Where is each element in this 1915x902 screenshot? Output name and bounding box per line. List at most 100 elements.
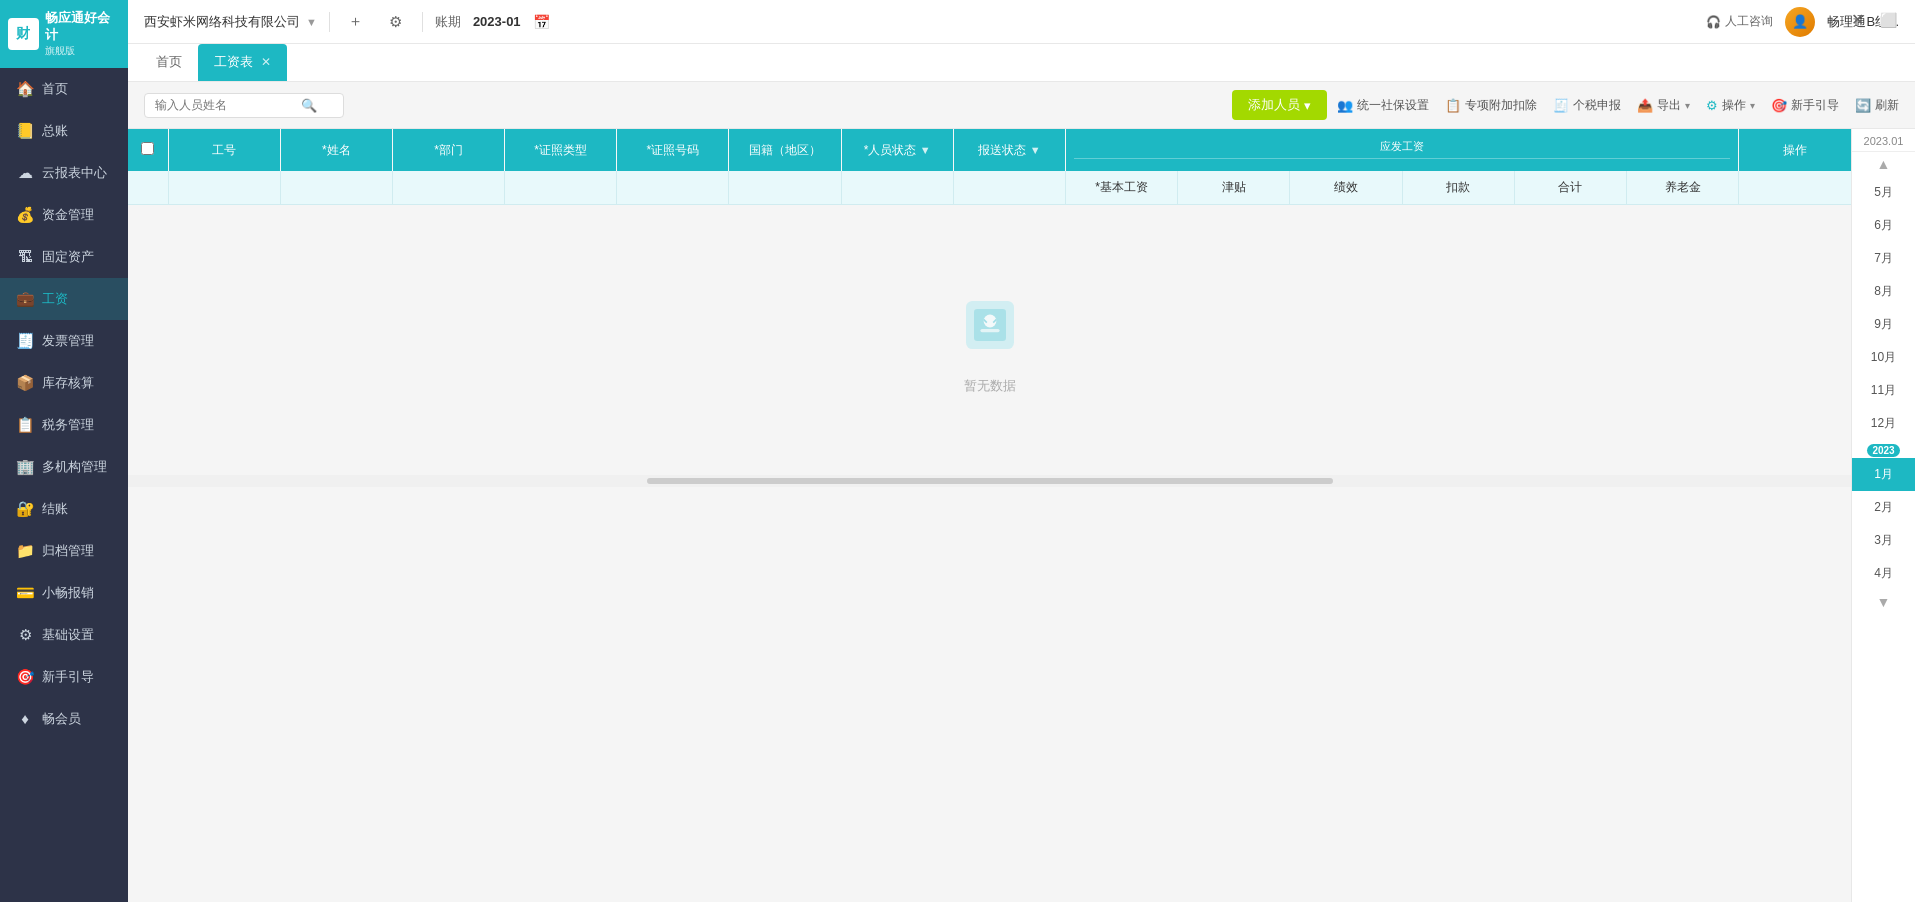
deduct-icon: 📋: [1445, 98, 1461, 113]
window-close-button[interactable]: ✕: [1845, 8, 1870, 31]
sidebar-item-inventory[interactable]: 📦 库存核算: [0, 362, 128, 404]
company-selector[interactable]: 西安虾米网络科技有限公司 ▼: [144, 13, 317, 31]
sidebar-item-finance[interactable]: 💰 资金管理: [0, 194, 128, 236]
sidebar-item-cloud[interactable]: ☁ 云报表中心: [0, 152, 128, 194]
headset-icon: 🎧: [1706, 15, 1721, 29]
period-month-6[interactable]: 6月: [1852, 209, 1915, 242]
sidebar-item-settings[interactable]: ⚙ 基础设置: [0, 614, 128, 656]
finance-icon: 💰: [16, 206, 34, 224]
period-calendar-icon[interactable]: 📅: [533, 14, 550, 30]
sidebar-item-archive[interactable]: 📁 归档管理: [0, 530, 128, 572]
period-month-12[interactable]: 12月: [1852, 407, 1915, 440]
period-up-button[interactable]: ▲: [1873, 152, 1895, 176]
empty-state: 暂无数据: [128, 205, 1851, 475]
sidebar-item-vip-label: 畅会员: [42, 710, 81, 728]
sub-th-blank-6: [617, 171, 729, 205]
operate-icon: ⚙: [1706, 98, 1718, 113]
company-dropdown-icon: ▼: [306, 16, 317, 28]
sidebar-item-expense[interactable]: 💳 小畅报销: [0, 572, 128, 614]
sub-th-blank-5: [505, 171, 617, 205]
period-month-1[interactable]: 1月: [1852, 458, 1915, 491]
sidebar-item-salary-label: 工资: [42, 290, 68, 308]
report-filter-icon: ▼: [1030, 144, 1041, 156]
period-month-3[interactable]: 3月: [1852, 524, 1915, 557]
deduct-label: 专项附加扣除: [1465, 97, 1537, 114]
sidebar-item-assets-label: 固定资产: [42, 248, 94, 266]
window-maximize-button[interactable]: ⬜: [1874, 10, 1903, 30]
period-month-10[interactable]: 10月: [1852, 341, 1915, 374]
refresh-button[interactable]: 🔄 刷新: [1855, 97, 1899, 114]
user-avatar[interactable]: 👤: [1785, 7, 1815, 37]
tab-home[interactable]: 首页: [140, 44, 198, 81]
sidebar-item-tax[interactable]: 📋 税务管理: [0, 404, 128, 446]
sidebar-item-invoice-label: 发票管理: [42, 332, 94, 350]
sidebar-item-assets[interactable]: 🏗 固定资产: [0, 236, 128, 278]
guide-button[interactable]: 🎯 新手引导: [1771, 97, 1839, 114]
th-salary-group: 应发工资: [1066, 129, 1739, 171]
period-month-9[interactable]: 9月: [1852, 308, 1915, 341]
tax-icon: 📋: [16, 416, 34, 434]
settings-button[interactable]: ⚙: [382, 8, 410, 36]
add-company-button[interactable]: ＋: [342, 8, 370, 36]
select-all-checkbox[interactable]: [141, 142, 154, 155]
empty-icon: [950, 285, 1030, 365]
salary-group-label: 应发工资: [1074, 139, 1730, 159]
sub-th-blank-7: [729, 171, 841, 205]
th-status[interactable]: *人员状态 ▼: [841, 129, 953, 171]
social-label: 统一社保设置: [1357, 97, 1429, 114]
expense-icon: 💳: [16, 584, 34, 602]
tax-icon: 🧾: [1553, 98, 1569, 113]
period-month-8[interactable]: 8月: [1852, 275, 1915, 308]
social-settings-button[interactable]: 👥 统一社保设置: [1337, 97, 1429, 114]
sidebar-item-home[interactable]: 🏠 首页: [0, 68, 128, 110]
sidebar-item-guide[interactable]: 🎯 新手引导: [0, 656, 128, 698]
sub-th-blank-2: [168, 171, 280, 205]
period-value: 2023-01: [473, 14, 521, 29]
tab-salary-close[interactable]: ✕: [261, 55, 271, 69]
cloud-icon: ☁: [16, 164, 34, 182]
service-button[interactable]: 🎧 人工咨询: [1706, 13, 1773, 30]
period-month-11[interactable]: 11月: [1852, 374, 1915, 407]
th-checkbox[interactable]: [128, 129, 168, 171]
th-report-status[interactable]: 报送状态 ▼: [953, 129, 1065, 171]
sub-th-perf: 绩效: [1290, 171, 1402, 205]
operate-button[interactable]: ⚙ 操作 ▾: [1706, 97, 1755, 114]
guide-label: 新手引导: [1791, 97, 1839, 114]
sub-th-blank-4: [392, 171, 504, 205]
sidebar-item-vip[interactable]: ♦ 畅会员: [0, 698, 128, 740]
archive-icon: 📁: [16, 542, 34, 560]
salary-icon: 💼: [16, 290, 34, 308]
sidebar-item-salary[interactable]: 💼 工资: [0, 278, 128, 320]
ledger-icon: 📒: [16, 122, 34, 140]
period-month-5[interactable]: 5月: [1852, 176, 1915, 209]
tab-home-label: 首页: [156, 53, 182, 71]
table-period-wrap: 工号 *姓名 *部门 *证照类型 *证照号码 国籍（地区） *人员状态 ▼ 报送…: [128, 129, 1915, 902]
period-year-display: 2023.01: [1864, 135, 1904, 147]
export-button[interactable]: 📤 导出 ▾: [1637, 97, 1690, 114]
special-deduct-button[interactable]: 📋 专项附加扣除: [1445, 97, 1537, 114]
add-person-button[interactable]: 添加人员 ▾: [1232, 90, 1327, 120]
sidebar-item-ledger[interactable]: 📒 总账: [0, 110, 128, 152]
year-badge: 2023: [1867, 444, 1899, 457]
sidebar-item-close[interactable]: 🔐 结账: [0, 488, 128, 530]
scrollbar-wrap[interactable]: [128, 475, 1851, 487]
sidebar-item-guide-label: 新手引导: [42, 668, 94, 686]
period-month-4[interactable]: 4月: [1852, 557, 1915, 590]
search-input[interactable]: [155, 98, 295, 112]
sidebar-item-expense-label: 小畅报销: [42, 584, 94, 602]
tax-report-button[interactable]: 🧾 个税申报: [1553, 97, 1621, 114]
sidebar-item-invoice[interactable]: 🧾 发票管理: [0, 320, 128, 362]
scrollbar-thumb[interactable]: [647, 478, 1333, 484]
tab-salary[interactable]: 工资表 ✕: [198, 44, 287, 81]
period-month-2[interactable]: 2月: [1852, 491, 1915, 524]
period-down-button[interactable]: ▼: [1873, 590, 1895, 614]
period-year-2023: 2023: [1852, 440, 1915, 458]
empty-text: 暂无数据: [964, 377, 1016, 395]
table-header-row: 工号 *姓名 *部门 *证照类型 *证照号码 国籍（地区） *人员状态 ▼ 报送…: [128, 129, 1851, 171]
guide-icon: 🎯: [1771, 98, 1787, 113]
app-logo[interactable]: 财 畅应通好会计 旗舰版: [0, 0, 128, 68]
window-controls: ✕ ⬜: [1833, 0, 1915, 39]
sub-th-pension: 养老金: [1626, 171, 1738, 205]
sidebar-item-multiorg[interactable]: 🏢 多机构管理: [0, 446, 128, 488]
period-month-7[interactable]: 7月: [1852, 242, 1915, 275]
